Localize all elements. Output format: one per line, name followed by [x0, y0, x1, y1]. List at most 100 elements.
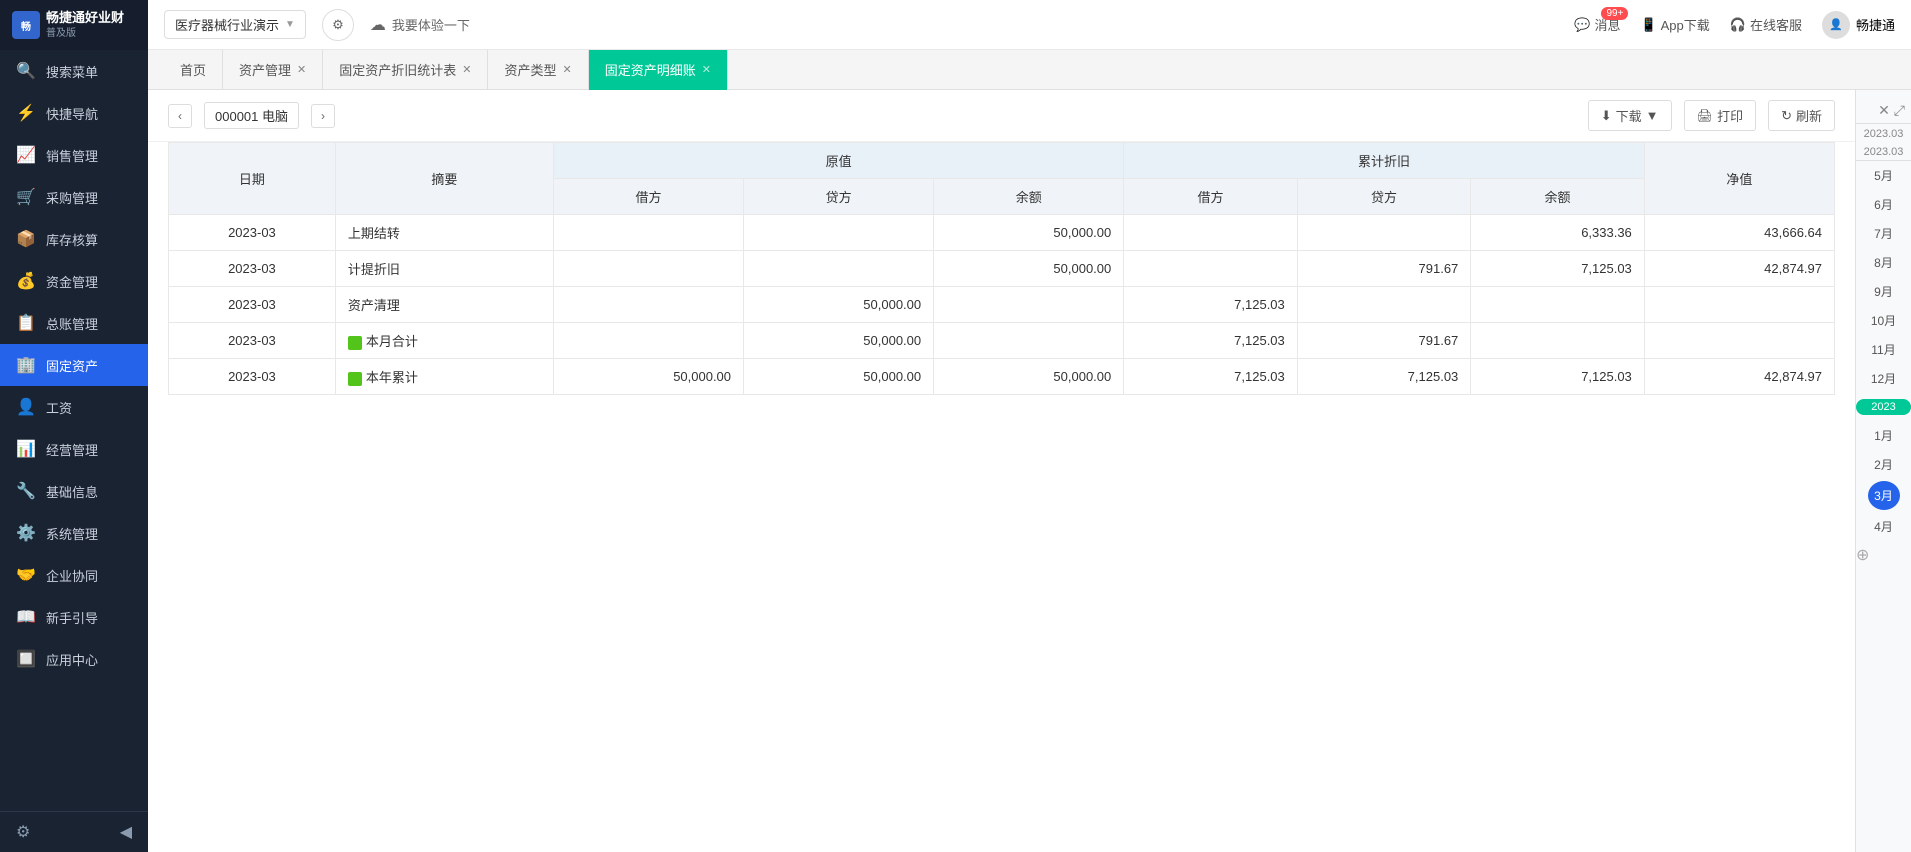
col-group-accumulated: 累计折旧 — [1124, 143, 1645, 179]
sidebar-item-basics[interactable]: 🔧 基础信息 — [0, 470, 148, 512]
main-area: 医疗器械行业演示 ▼ ⚙ ☁ 我要体验一下 💬 消息 99+ 📱 App下载 🎧… — [148, 0, 1911, 852]
cell-orig-debit-1 — [553, 251, 743, 287]
cell-orig-balance-3 — [934, 323, 1124, 359]
collapse-icon[interactable]: ◀ — [120, 822, 132, 842]
month-item-prev-10月[interactable]: 10月 — [1856, 306, 1911, 335]
avatar: 👤 — [1822, 11, 1850, 39]
message-badge: 99+ — [1601, 7, 1628, 20]
support-button[interactable]: 🎧 在线客服 — [1730, 15, 1802, 34]
cell-summary-4: 本年累计 — [335, 359, 553, 395]
current-year-label: 2023 — [1856, 393, 1911, 421]
sidebar-item-inventory[interactable]: 📦 库存核算 — [0, 218, 148, 260]
table-row: 2023-03 本年累计 50,000.00 50,000.00 50,000.… — [169, 359, 1835, 395]
table-row: 2023-03 计提折旧 50,000.00 791.67 7,125.03 4… — [169, 251, 1835, 287]
tab-asset[interactable]: 资产管理 ✕ — [223, 50, 323, 90]
sidebar-bottom: ⚙ ◀ — [0, 811, 148, 852]
refresh-icon: ↻ — [1781, 108, 1792, 124]
table-row: 2023-03 上期结转 50,000.00 6,333.36 43,666.6… — [169, 215, 1835, 251]
sidebar-item-label-newbie: 新手引导 — [46, 608, 132, 627]
sidebar-item-newbie[interactable]: 📖 新手引导 — [0, 596, 148, 638]
sidebar-item-sysadmin[interactable]: ⚙️ 系统管理 — [0, 512, 148, 554]
settings-icon[interactable]: ⚙ — [16, 822, 30, 842]
cell-acc-debit-4: 7,125.03 — [1124, 359, 1298, 395]
sidebar-item-search[interactable]: 🔍 搜索菜单 — [0, 50, 148, 92]
month-item-3月[interactable]: 3月 — [1868, 481, 1900, 510]
expand-months-icon[interactable]: ⊕ — [1856, 541, 1911, 569]
tab-close-asset[interactable]: ✕ — [297, 63, 306, 76]
tab-depreciation[interactable]: 固定资产折旧统计表 ✕ — [323, 50, 488, 90]
cell-acc-credit-4: 7,125.03 — [1297, 359, 1471, 395]
sysadmin-icon: ⚙️ — [16, 523, 36, 543]
sidebar-item-label-basics: 基础信息 — [46, 482, 132, 501]
sidebar-item-purchase[interactable]: 🛒 采购管理 — [0, 176, 148, 218]
month-item-2月[interactable]: 2月 — [1856, 450, 1911, 479]
message-button[interactable]: 💬 消息 99+ — [1574, 15, 1620, 34]
tab-detail[interactable]: 固定资产明细账 ✕ — [589, 50, 728, 90]
cell-summary-3: 本月合计 — [335, 323, 553, 359]
sidebar-item-ledger[interactable]: 📋 总账管理 — [0, 302, 148, 344]
cell-netvalue-3 — [1644, 323, 1834, 359]
close-panel-icon[interactable]: ✕ — [1878, 102, 1890, 119]
purchase-icon: 🛒 — [16, 187, 36, 207]
sidebar-item-fixedasset[interactable]: 🏢 固定资产 — [0, 344, 148, 386]
refresh-button[interactable]: ↻ 刷新 — [1768, 100, 1835, 131]
tabbar: 首页资产管理 ✕固定资产折旧统计表 ✕资产类型 ✕固定资产明细账 ✕ — [148, 50, 1911, 90]
col-summary: 摘要 — [335, 143, 553, 215]
panel-year-header: 2023.03 — [1856, 124, 1911, 144]
tab-close-detail[interactable]: ✕ — [702, 63, 711, 76]
tab-label-assettype: 资产类型 — [504, 60, 556, 79]
tab-assettype[interactable]: 资产类型 ✕ — [488, 50, 588, 90]
sidebar-item-operation[interactable]: 📊 经营管理 — [0, 428, 148, 470]
next-asset-button[interactable]: › — [311, 104, 335, 128]
sidebar-item-sales[interactable]: 📈 销售管理 — [0, 134, 148, 176]
sidebar-item-label-fixedasset: 固定资产 — [46, 356, 132, 375]
sidebar-item-finance[interactable]: 💰 资金管理 — [0, 260, 148, 302]
month-item-prev-11月[interactable]: 11月 — [1856, 335, 1911, 364]
table-row: 2023-03 本月合计 50,000.00 7,125.03 791.67 — [169, 323, 1835, 359]
settings-button[interactable]: ⚙ — [322, 9, 354, 41]
app-download-button[interactable]: 📱 App下载 — [1640, 15, 1709, 34]
year-2023-badge[interactable]: 2023 — [1856, 399, 1911, 415]
print-label: 打印 — [1717, 106, 1743, 125]
cell-acc-credit-1: 791.67 — [1297, 251, 1471, 287]
tab-close-depreciation[interactable]: ✕ — [462, 63, 471, 76]
sidebar-item-payroll[interactable]: 👤 工资 — [0, 386, 148, 428]
fixedasset-icon: 🏢 — [16, 355, 36, 375]
expand-panel-icon[interactable]: ⤢ — [1894, 102, 1905, 119]
feedback-label: 我要体验一下 — [392, 15, 470, 34]
user-menu[interactable]: 👤 畅捷通 — [1822, 11, 1895, 39]
sidebar-item-collab[interactable]: 🤝 企业协同 — [0, 554, 148, 596]
month-item-prev-7月[interactable]: 7月 — [1856, 219, 1911, 248]
sidebar-item-quicknav[interactable]: ⚡ 快捷导航 — [0, 92, 148, 134]
month-item-4月[interactable]: 4月 — [1856, 512, 1911, 541]
cell-acc-debit-1 — [1124, 251, 1298, 287]
operation-icon: 📊 — [16, 439, 36, 459]
download-button[interactable]: ⬇ 下载 ▼ — [1588, 100, 1672, 131]
month-item-prev-6月[interactable]: 6月 — [1856, 190, 1911, 219]
month-item-prev-12月[interactable]: 12月 — [1856, 364, 1911, 393]
logo-icon: 畅 — [12, 11, 40, 39]
col-netvalue: 净值 — [1644, 143, 1834, 215]
company-name: 医疗器械行业演示 — [175, 15, 279, 34]
sidebar-item-appcenter[interactable]: 🔲 应用中心 — [0, 638, 148, 680]
cell-acc-balance-2 — [1471, 287, 1645, 323]
month-item-prev-5月[interactable]: 5月 — [1856, 161, 1911, 190]
month-item-1月[interactable]: 1月 — [1856, 421, 1911, 450]
month-item-prev-8月[interactable]: 8月 — [1856, 248, 1911, 277]
finance-icon: 💰 — [16, 271, 36, 291]
sidebar-item-label-finance: 资金管理 — [46, 272, 132, 291]
print-button[interactable]: 🖨 打印 — [1684, 100, 1757, 131]
prev-asset-button[interactable]: ‹ — [168, 104, 192, 128]
feedback-button[interactable]: ☁ 我要体验一下 — [370, 15, 470, 35]
sidebar-logo: 畅 畅捷通好业财 普及版 — [0, 0, 148, 50]
chevron-down-icon: ▼ — [285, 19, 295, 30]
month-item-prev-9月[interactable]: 9月 — [1856, 277, 1911, 306]
company-selector[interactable]: 医疗器械行业演示 ▼ — [164, 10, 306, 39]
cell-acc-credit-3: 791.67 — [1297, 323, 1471, 359]
search-icon: 🔍 — [16, 61, 36, 81]
cell-netvalue-4: 42,874.97 — [1644, 359, 1834, 395]
tab-close-assettype[interactable]: ✕ — [563, 63, 572, 76]
cell-orig-debit-4: 50,000.00 — [553, 359, 743, 395]
tab-home[interactable]: 首页 — [164, 50, 223, 90]
appcenter-icon: 🔲 — [16, 649, 36, 669]
